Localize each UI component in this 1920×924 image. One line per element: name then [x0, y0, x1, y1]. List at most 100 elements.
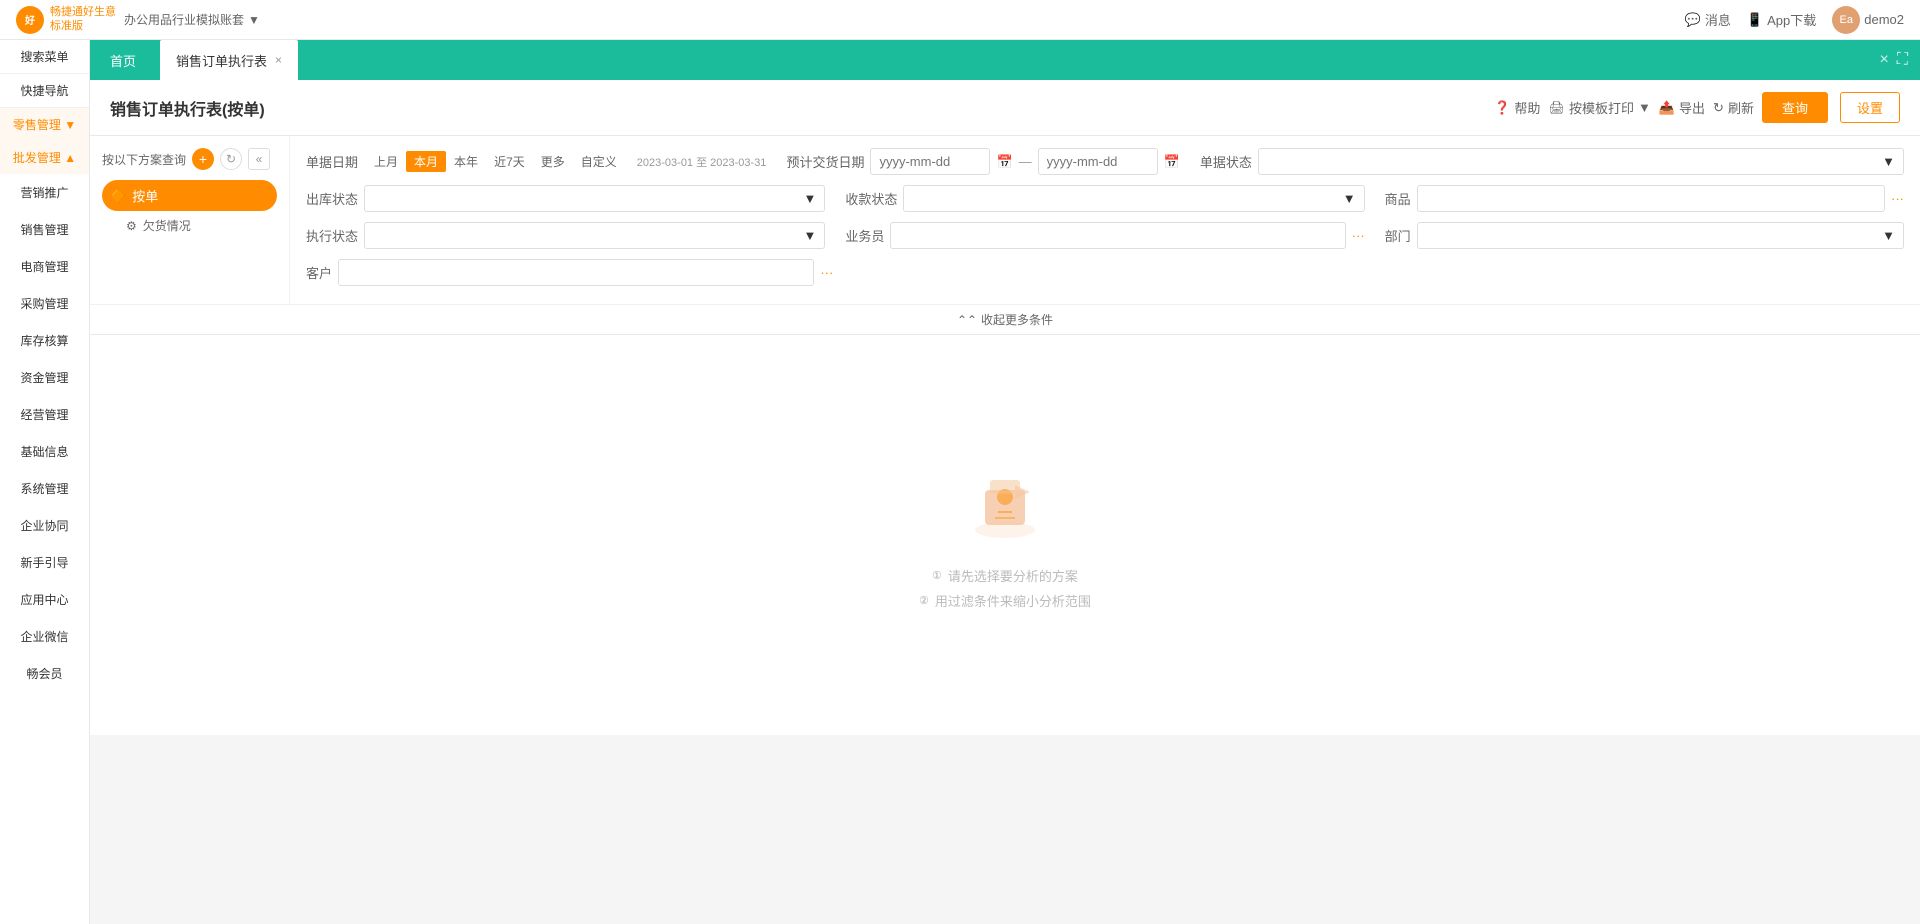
execution-status-select[interactable]: ▼	[364, 222, 825, 249]
date-tab-custom[interactable]: 自定义	[573, 151, 625, 172]
tab-active[interactable]: 销售订单执行表 ×	[160, 40, 298, 80]
sidebar-item-sales[interactable]: 销售管理	[0, 211, 89, 248]
scheme-collapse-btn[interactable]: «	[248, 148, 270, 170]
goods-label: 商品	[1385, 189, 1411, 208]
department-label: 部门	[1385, 226, 1411, 245]
empty-hint-1: ① 请先选择要分析的方案	[919, 566, 1091, 585]
sidebar-item-appstore[interactable]: 应用中心	[0, 581, 89, 618]
scheme-item-byorder[interactable]: 🔶 按单	[102, 180, 277, 211]
sidebar-item-basic[interactable]: 基础信息	[0, 433, 89, 470]
scheme-panel: 按以下方案查询 + ↻ « 🔶 按单 ⚙ 欠货情况	[90, 136, 290, 304]
sidebar-item-system[interactable]: 系统管理	[0, 470, 89, 507]
doc-date-label: 单据日期	[306, 152, 358, 171]
customer-label: 客户	[306, 263, 332, 282]
empty-hint-2: ② 用过滤条件来缩小分析范围	[919, 591, 1091, 610]
collection-status-field: 收款状态 ▼	[845, 185, 1364, 212]
sidebar-item-ecommerce[interactable]: 电商管理	[0, 248, 89, 285]
sidebar-item-operation[interactable]: 经营管理	[0, 396, 89, 433]
app-logo-text: 畅捷通好生意 标准版	[50, 6, 116, 32]
industry-selector[interactable]: 办公用品行业模拟账套 ▼	[124, 11, 260, 28]
print-btn[interactable]: 🖨 按模板打印 ▼	[1548, 98, 1650, 117]
date-tab-thisyear[interactable]: 本年	[446, 151, 486, 172]
tab-bar-actions: × ⛶	[1879, 51, 1920, 69]
delivery-status-select[interactable]: ▼	[364, 185, 825, 212]
collection-status-label: 收款状态	[845, 189, 897, 208]
filter-panel: 按以下方案查询 + ↻ « 🔶 按单 ⚙ 欠货情况	[90, 136, 1920, 335]
salesperson-input[interactable]	[890, 222, 1345, 249]
page-title: 销售订单执行表(按单)	[110, 96, 265, 120]
doc-date-field: 单据日期 上月 本月 本年 近7天 更多 自定义 2023-03-01 至 20…	[306, 151, 766, 172]
salesperson-label: 业务员	[845, 226, 884, 245]
sidebar-item-inventory[interactable]: 库存核算	[0, 322, 89, 359]
sidebar-item-newbie[interactable]: 新手引导	[0, 544, 89, 581]
expected-delivery-start[interactable]	[870, 148, 990, 175]
query-button[interactable]: 查询	[1762, 92, 1828, 123]
help-btn[interactable]: ❓ 帮助	[1494, 98, 1540, 117]
sidebar-item-marketing[interactable]: 营销推广	[0, 174, 89, 211]
execution-status-field: 执行状态 ▼	[306, 222, 825, 249]
sidebar-item-finance[interactable]: 资金管理	[0, 359, 89, 396]
sidebar-item-purchase[interactable]: 采购管理	[0, 285, 89, 322]
collection-status-select[interactable]: ▼	[903, 185, 1364, 212]
sidebar-item-wechat[interactable]: 企业微信	[0, 618, 89, 655]
export-btn[interactable]: 📤 导出	[1659, 98, 1705, 117]
scheme-refresh-btn[interactable]: ↻	[220, 148, 242, 170]
tab-fullscreen-icon[interactable]: ⛶	[1897, 51, 1908, 69]
date-separator: —	[1019, 154, 1032, 169]
expected-delivery-field: 预计交货日期 📅 — 📅	[786, 148, 1179, 175]
filter-row-1: 单据日期 上月 本月 本年 近7天 更多 自定义 2023-03-01 至 20…	[306, 148, 1904, 175]
scheme-add-btn[interactable]: +	[192, 148, 214, 170]
tab-close-window-icon[interactable]: ×	[1879, 51, 1888, 69]
page-container: 销售订单执行表(按单) ❓ 帮助 🖨 按模板打印 ▼ 📤 导出	[90, 80, 1920, 924]
message-btn[interactable]: 💬 消息	[1685, 10, 1731, 29]
doc-status-field: 单据状态 ▼	[1200, 148, 1904, 175]
top-bar: 好 畅捷通好生意 标准版 办公用品行业模拟账套 ▼ 💬 消息 📱 App下载 E…	[0, 0, 1920, 40]
settings-button[interactable]: 设置	[1840, 92, 1900, 123]
sidebar: 搜索菜单 快捷导航 零售管理 ▼ 批发管理 ▲ 营销推广 销售管理 电商管理 采…	[0, 40, 90, 924]
calendar-icon-start[interactable]: 📅	[996, 154, 1012, 170]
date-tab-thismonth[interactable]: 本月	[406, 151, 446, 172]
department-field: 部门 ▼	[1385, 222, 1904, 249]
collapse-button[interactable]: ⌃⌃ 收起更多条件	[957, 311, 1053, 328]
collapse-bar: ⌃⌃ 收起更多条件	[90, 304, 1920, 334]
date-tab-more[interactable]: 更多	[533, 151, 573, 172]
sidebar-item-wholesale[interactable]: 批发管理 ▲	[0, 141, 89, 174]
app-download-btn[interactable]: 📱 App下载	[1747, 10, 1816, 29]
date-tab-prevmonth[interactable]: 上月	[366, 151, 406, 172]
execution-status-label: 执行状态	[306, 226, 358, 245]
scheme-header: 按以下方案查询 + ↻ «	[102, 148, 277, 170]
user-menu[interactable]: Ea demo2	[1832, 6, 1904, 34]
salesperson-more-icon[interactable]: ···	[1352, 228, 1365, 243]
sidebar-item-enterprise[interactable]: 企业协同	[0, 507, 89, 544]
tab-close-icon[interactable]: ×	[275, 53, 282, 67]
date-tabs: 上月 本月 本年 近7天 更多 自定义	[366, 151, 625, 172]
goods-more-icon[interactable]: ···	[1891, 191, 1904, 206]
sidebar-item-member[interactable]: 畅会员	[0, 655, 89, 692]
hint-num-2: ②	[919, 594, 929, 607]
empty-illustration	[919, 460, 1091, 550]
calendar-icon-end[interactable]: 📅	[1164, 154, 1180, 170]
sidebar-quicknav[interactable]: 快捷导航	[0, 74, 89, 108]
page-header-actions: ❓ 帮助 🖨 按模板打印 ▼ 📤 导出 ↻ 刷新	[1494, 92, 1900, 123]
user-avatar: Ea	[1832, 6, 1860, 34]
customer-more-icon[interactable]: ···	[820, 265, 833, 280]
sidebar-item-retail[interactable]: 零售管理 ▼	[0, 108, 89, 141]
doc-status-select[interactable]: ▼	[1258, 148, 1904, 175]
sidebar-search[interactable]: 搜索菜单	[0, 40, 89, 74]
tab-home[interactable]: 首页	[90, 40, 156, 80]
app-logo-icon: 好	[16, 6, 44, 34]
goods-field: 商品 ···	[1385, 185, 1904, 212]
department-select[interactable]: ▼	[1417, 222, 1904, 249]
date-tab-7days[interactable]: 近7天	[486, 151, 533, 172]
date-range-text: 2023-03-01 至 2023-03-31	[637, 154, 767, 170]
goods-input[interactable]	[1417, 185, 1885, 212]
top-bar-right: 💬 消息 📱 App下载 Ea demo2	[1685, 6, 1904, 34]
expected-delivery-label: 预计交货日期	[786, 152, 864, 171]
expected-delivery-end[interactable]	[1038, 148, 1158, 175]
refresh-btn[interactable]: ↻ 刷新	[1713, 98, 1754, 117]
filter-row-4: 客户 ···	[306, 259, 1904, 286]
scheme-item-shortage[interactable]: ⚙ 欠货情况	[102, 211, 277, 240]
customer-field: 客户 ···	[306, 259, 833, 286]
page-header: 销售订单执行表(按单) ❓ 帮助 🖨 按模板打印 ▼ 📤 导出	[90, 80, 1920, 136]
customer-input[interactable]	[338, 259, 814, 286]
